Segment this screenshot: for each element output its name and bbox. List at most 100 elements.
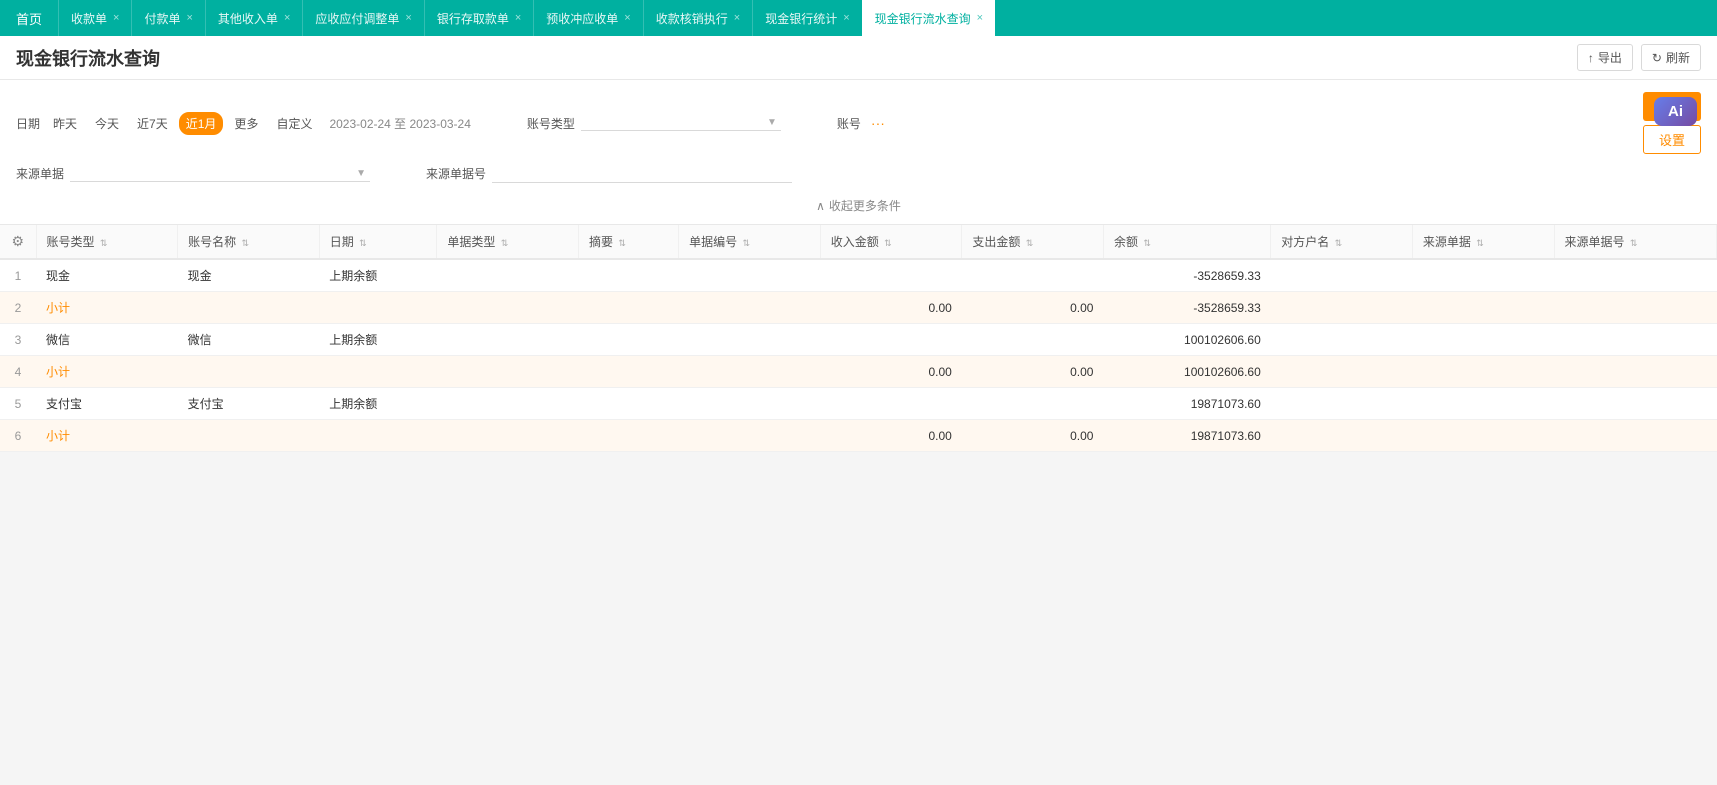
col-source-doc: 来源单据 ⇅ bbox=[1412, 225, 1554, 259]
col-account-type-label: 账号类型 bbox=[47, 235, 95, 249]
table-cell bbox=[578, 324, 678, 356]
table-cell bbox=[1554, 324, 1716, 356]
nav-tab-ar-adjust[interactable]: 应收应付调整单 × bbox=[302, 0, 423, 36]
col-balance-sort-icon[interactable]: ⇅ bbox=[1143, 238, 1151, 249]
source-doc-select[interactable]: ▼ bbox=[70, 166, 370, 182]
table-row[interactable]: 5支付宝支付宝上期余额19871073.60 bbox=[0, 388, 1717, 420]
date-label: 日期 bbox=[16, 115, 40, 132]
refresh-button[interactable]: ↻ 刷新 bbox=[1641, 44, 1701, 71]
nav-tab-cash-stats[interactable]: 现金银行统计 × bbox=[752, 0, 861, 36]
date-btn-7days[interactable]: 近7天 bbox=[130, 112, 175, 135]
table-cell bbox=[1554, 356, 1716, 388]
nav-tab-other-income[interactable]: 其他收入单 × bbox=[205, 0, 302, 36]
nav-tab-bank-deposit-close[interactable]: × bbox=[515, 12, 521, 24]
table-container: ⚙ 账号类型 ⇅ 账号名称 ⇅ 日期 ⇅ 单据类型 ⇅ bbox=[0, 225, 1717, 452]
col-date-sort-icon[interactable]: ⇅ bbox=[359, 238, 367, 249]
col-source-doc-no-sort-icon[interactable]: ⇅ bbox=[1630, 238, 1638, 249]
date-btn-1month[interactable]: 近1月 bbox=[179, 112, 224, 135]
table-cell bbox=[437, 259, 579, 292]
export-button[interactable]: ↑ 导出 bbox=[1577, 44, 1633, 71]
col-source-doc-sort-icon[interactable]: ⇅ bbox=[1476, 238, 1484, 249]
nav-tab-payments[interactable]: 付款单 × bbox=[131, 0, 204, 36]
col-doc-type: 单据类型 ⇅ bbox=[437, 225, 579, 259]
table-cell: 19871073.60 bbox=[1103, 420, 1270, 452]
nav-tab-other-income-close[interactable]: × bbox=[284, 12, 290, 24]
ai-badge[interactable]: Ai bbox=[1654, 97, 1697, 126]
table-cell bbox=[437, 292, 579, 324]
table-cell bbox=[578, 420, 678, 452]
account-dots-icon[interactable]: ··· bbox=[871, 115, 885, 131]
col-expense-label: 支出金额 bbox=[972, 235, 1020, 249]
table-cell bbox=[178, 292, 320, 324]
table-cell bbox=[1271, 356, 1413, 388]
nav-tab-collection-close[interactable]: × bbox=[734, 12, 740, 24]
table-cell bbox=[437, 356, 579, 388]
nav-tab-payments-close[interactable]: × bbox=[186, 12, 192, 24]
nav-tab-cash-flow[interactable]: 现金银行流水查询 × bbox=[862, 0, 995, 36]
nav-tab-ar-adjust-close[interactable]: × bbox=[405, 12, 411, 24]
nav-tab-bank-deposit[interactable]: 银行存取款单 × bbox=[424, 0, 533, 36]
nav-tab-prepaid-label: 预收冲应收单 bbox=[546, 10, 618, 27]
table-cell bbox=[962, 259, 1104, 292]
table-cell: 100102606.60 bbox=[1103, 324, 1270, 356]
col-income-sort-icon[interactable]: ⇅ bbox=[884, 238, 892, 249]
table-row[interactable]: 2小计0.000.00-3528659.33 bbox=[0, 292, 1717, 324]
table-cell bbox=[1412, 388, 1554, 420]
nav-tab-prepaid[interactable]: 预收冲应收单 × bbox=[533, 0, 642, 36]
table-cell bbox=[679, 388, 821, 420]
source-doc-no-label: 来源单据号 bbox=[426, 165, 486, 182]
table-row[interactable]: 3微信微信上期余额100102606.60 bbox=[0, 324, 1717, 356]
export-label: 导出 bbox=[1598, 49, 1622, 66]
col-counterparty: 对方户名 ⇅ bbox=[1271, 225, 1413, 259]
date-btn-today[interactable]: 今天 bbox=[88, 112, 126, 135]
date-btn-custom[interactable]: 自定义 bbox=[269, 112, 319, 135]
nav-tab-prepaid-close[interactable]: × bbox=[624, 12, 630, 24]
source-doc-no-input[interactable] bbox=[492, 164, 792, 183]
col-date: 日期 ⇅ bbox=[319, 225, 437, 259]
account-type-select[interactable]: ▼ bbox=[581, 115, 781, 131]
nav-home[interactable]: 首页 bbox=[0, 0, 58, 36]
table-cell: 上期余额 bbox=[319, 259, 437, 292]
settings-button[interactable]: 设置 bbox=[1643, 125, 1701, 154]
nav-tab-cash-flow-close[interactable]: × bbox=[977, 12, 983, 24]
table-cell: 上期余额 bbox=[319, 324, 437, 356]
date-btn-yesterday[interactable]: 昨天 bbox=[46, 112, 84, 135]
col-account-type: 账号类型 ⇅ bbox=[36, 225, 178, 259]
col-income: 收入金额 ⇅ bbox=[820, 225, 962, 259]
col-source-doc-no: 来源单据号 ⇅ bbox=[1554, 225, 1716, 259]
table-cell bbox=[679, 356, 821, 388]
table-row[interactable]: 4小计0.000.00100102606.60 bbox=[0, 356, 1717, 388]
nav-tab-cash-flow-label: 现金银行流水查询 bbox=[875, 10, 971, 27]
nav-tab-receipts[interactable]: 收款单 × bbox=[58, 0, 131, 36]
col-doc-type-sort-icon[interactable]: ⇅ bbox=[501, 238, 509, 249]
table-cell: -3528659.33 bbox=[1103, 292, 1270, 324]
table-cell bbox=[1271, 292, 1413, 324]
nav-tab-collection[interactable]: 收款核销执行 × bbox=[643, 0, 752, 36]
col-account-name-sort-icon[interactable]: ⇅ bbox=[241, 238, 249, 249]
table-cell bbox=[962, 324, 1104, 356]
date-options: 昨天 今天 近7天 近1月 更多 自定义 bbox=[46, 112, 319, 135]
table-cell: 19871073.60 bbox=[1103, 388, 1270, 420]
collapse-bar[interactable]: ∧ 收起更多条件 bbox=[16, 193, 1701, 216]
nav-tab-cash-stats-label: 现金银行统计 bbox=[765, 10, 837, 27]
col-doc-no-sort-icon[interactable]: ⇅ bbox=[742, 238, 750, 249]
col-account-type-sort-icon[interactable]: ⇅ bbox=[100, 238, 108, 249]
col-counterparty-sort-icon[interactable]: ⇅ bbox=[1335, 238, 1343, 249]
nav-tab-receipts-close[interactable]: × bbox=[113, 12, 119, 24]
col-doc-no: 单据编号 ⇅ bbox=[679, 225, 821, 259]
nav-tab-collection-label: 收款核销执行 bbox=[656, 10, 728, 27]
table-gear-icon[interactable]: ⚙ bbox=[11, 233, 24, 249]
nav-tab-cash-stats-close[interactable]: × bbox=[843, 12, 849, 24]
filter-row-2: 来源单据 ▼ 来源单据号 bbox=[16, 164, 1701, 183]
col-source-doc-label: 来源单据 bbox=[1423, 235, 1471, 249]
collapse-label: 收起更多条件 bbox=[829, 197, 901, 214]
page-header: 现金银行流水查询 ↑ 导出 ↻ 刷新 bbox=[0, 36, 1717, 80]
table-cell bbox=[1271, 259, 1413, 292]
date-btn-more[interactable]: 更多 bbox=[227, 112, 265, 135]
table-row[interactable]: 6小计0.000.0019871073.60 bbox=[0, 420, 1717, 452]
col-expense-sort-icon[interactable]: ⇅ bbox=[1026, 238, 1034, 249]
table-cell: 0.00 bbox=[962, 420, 1104, 452]
table-row[interactable]: 1现金现金上期余额-3528659.33 bbox=[0, 259, 1717, 292]
col-summary-sort-icon[interactable]: ⇅ bbox=[618, 238, 626, 249]
table-cell bbox=[1554, 388, 1716, 420]
